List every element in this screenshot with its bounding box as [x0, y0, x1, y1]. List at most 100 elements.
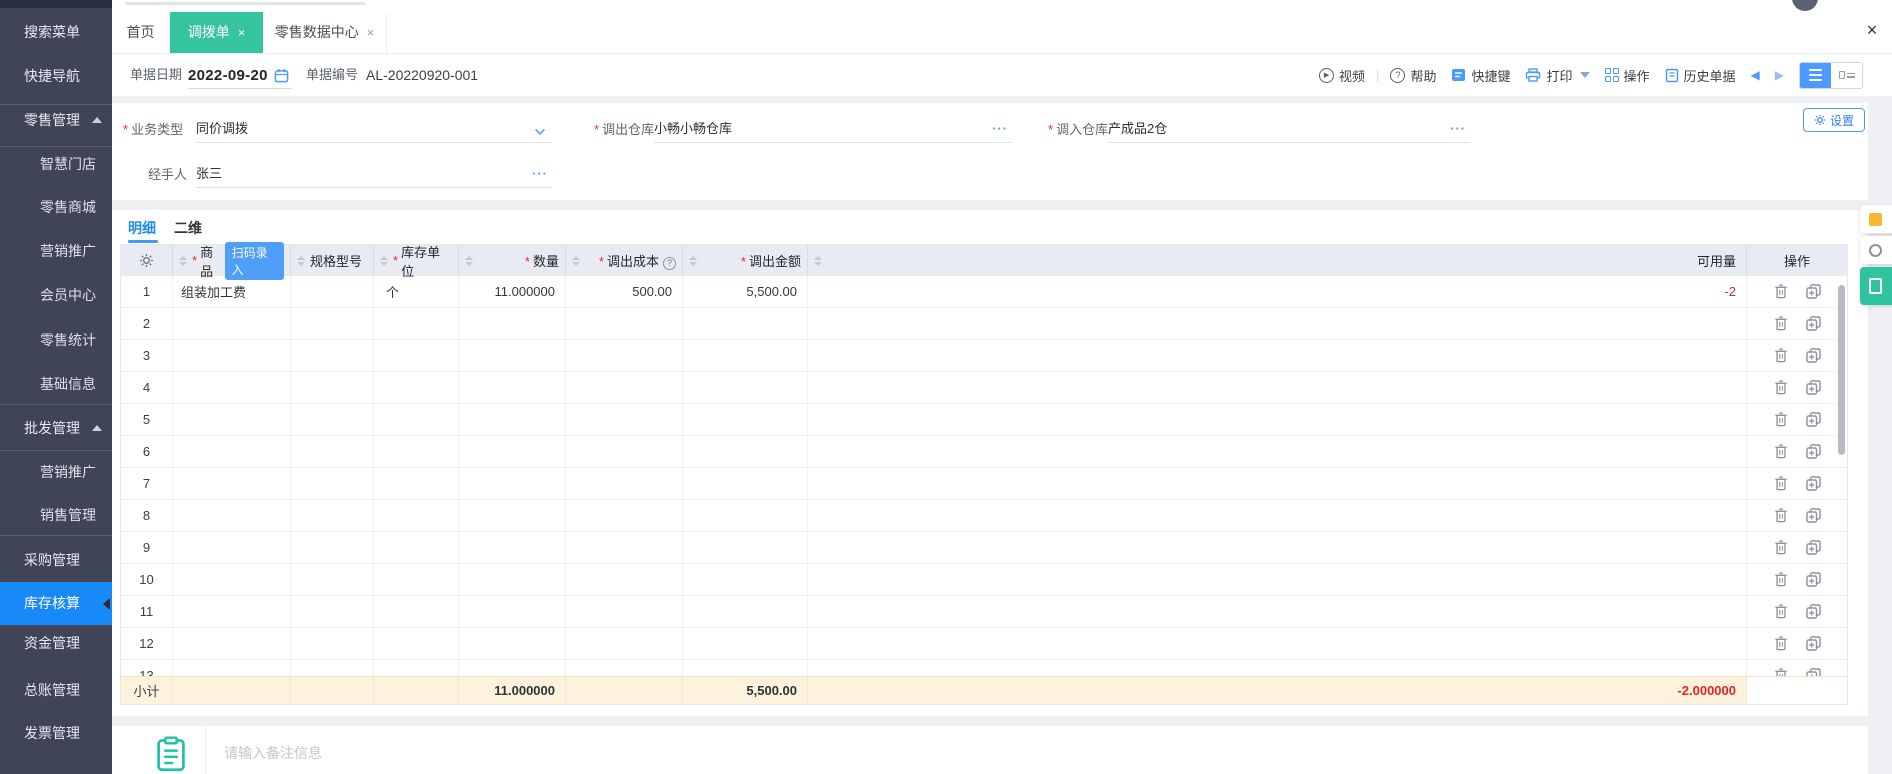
product-cell[interactable] — [173, 532, 291, 563]
spec-cell[interactable] — [291, 564, 374, 595]
product-cell[interactable] — [173, 340, 291, 371]
ellipsis-icon[interactable]: ··· — [1450, 118, 1466, 140]
insert-row-icon[interactable] — [1805, 348, 1821, 363]
sidebar-item-retail-mall[interactable]: 零售商城 — [40, 199, 96, 216]
tab-detail[interactable]: 明细 — [128, 218, 156, 238]
column-unit[interactable]: * 库存单位 — [374, 245, 459, 279]
print-button[interactable]: 打印 — [1525, 66, 1590, 85]
sidebar-item-marketing[interactable]: 营销推广 — [40, 243, 96, 260]
sidebar-item-search-menu[interactable]: 搜索菜单 — [24, 24, 80, 41]
cost-cell[interactable] — [566, 564, 683, 595]
next-doc-icon[interactable]: ▶ — [1775, 68, 1784, 82]
cost-cell[interactable] — [566, 372, 683, 403]
delete-row-icon[interactable] — [1774, 316, 1788, 331]
scan-entry-button[interactable]: 扫码录入 — [224, 241, 284, 280]
product-cell[interactable]: 组装加工费 — [173, 276, 291, 307]
sort-icon[interactable] — [465, 255, 473, 266]
amount-cell[interactable]: 5,500.00 — [683, 276, 808, 307]
unit-cell[interactable] — [374, 564, 459, 595]
qty-cell[interactable] — [459, 500, 566, 531]
sort-icon[interactable] — [572, 255, 580, 266]
floating-tool-button-3[interactable] — [1860, 267, 1892, 305]
sidebar-item-funds-mgmt[interactable]: 资金管理 — [24, 635, 80, 652]
list-view-button[interactable] — [1800, 62, 1831, 88]
qty-cell[interactable] — [459, 308, 566, 339]
insert-row-icon[interactable] — [1805, 444, 1821, 459]
spec-cell[interactable] — [291, 436, 374, 467]
help-circle-icon[interactable]: ? — [663, 256, 676, 270]
unit-cell[interactable] — [374, 660, 459, 676]
spec-cell[interactable] — [291, 596, 374, 627]
insert-row-icon[interactable] — [1805, 604, 1821, 619]
spec-cell[interactable] — [291, 628, 374, 659]
spec-cell[interactable] — [291, 532, 374, 563]
amount-cell[interactable] — [683, 436, 808, 467]
delete-row-icon[interactable] — [1774, 636, 1788, 651]
delete-row-icon[interactable] — [1774, 348, 1788, 363]
calendar-icon[interactable] — [274, 68, 289, 83]
insert-row-icon[interactable] — [1805, 380, 1821, 395]
unit-cell[interactable] — [374, 532, 459, 563]
spec-cell[interactable] — [291, 340, 374, 371]
table-scrollbar[interactable] — [1838, 285, 1845, 455]
qty-cell[interactable]: 11.000000 — [459, 276, 566, 307]
qty-cell[interactable] — [459, 340, 566, 371]
tab-retail-data-center[interactable]: 零售数据中心 × — [263, 12, 387, 53]
detail-view-button[interactable] — [1831, 62, 1862, 88]
qty-cell[interactable] — [459, 532, 566, 563]
qty-cell[interactable] — [459, 564, 566, 595]
product-cell[interactable] — [173, 500, 291, 531]
amount-cell[interactable] — [683, 372, 808, 403]
cost-cell[interactable] — [566, 468, 683, 499]
chevron-down-icon[interactable] — [1579, 72, 1590, 78]
unit-cell[interactable] — [374, 468, 459, 499]
delete-row-icon[interactable] — [1774, 668, 1788, 676]
product-cell[interactable] — [173, 436, 291, 467]
column-qty[interactable]: * 数量 — [459, 245, 566, 276]
product-cell[interactable] — [173, 628, 291, 659]
qty-cell[interactable] — [459, 372, 566, 403]
biz-type-field[interactable]: 同价调拨 — [196, 118, 552, 143]
qty-cell[interactable] — [459, 596, 566, 627]
sidebar-group-retail[interactable]: 零售管理 — [24, 112, 102, 129]
amount-cell[interactable] — [683, 340, 808, 371]
spec-cell[interactable] — [291, 308, 374, 339]
column-settings-button[interactable] — [121, 245, 173, 276]
unit-cell[interactable] — [374, 628, 459, 659]
tab-transfer-order[interactable]: 调拨单 × — [170, 12, 263, 53]
video-button[interactable]: ▶ 视频 — [1319, 66, 1365, 85]
unit-cell[interactable] — [374, 372, 459, 403]
product-cell[interactable] — [173, 564, 291, 595]
insert-row-icon[interactable] — [1805, 412, 1821, 427]
product-cell[interactable] — [173, 404, 291, 435]
delete-row-icon[interactable] — [1774, 476, 1788, 491]
product-cell[interactable] — [173, 660, 291, 676]
amount-cell[interactable] — [683, 660, 808, 676]
sidebar-item-member-center[interactable]: 会员中心 — [40, 287, 96, 304]
qty-cell[interactable] — [459, 660, 566, 676]
unit-cell[interactable] — [374, 404, 459, 435]
qty-cell[interactable] — [459, 468, 566, 499]
amount-cell[interactable] — [683, 500, 808, 531]
product-cell[interactable] — [173, 308, 291, 339]
product-cell[interactable] — [173, 372, 291, 403]
sort-icon[interactable] — [380, 255, 388, 266]
collapse-arrow-icon[interactable] — [103, 598, 110, 610]
product-cell[interactable] — [173, 596, 291, 627]
insert-row-icon[interactable] — [1805, 668, 1821, 676]
column-product[interactable]: * 商品 扫码录入 — [173, 241, 291, 280]
help-button[interactable]: ? 帮助 — [1390, 66, 1436, 85]
sidebar-item-invoice-mgmt[interactable]: 发票管理 — [24, 725, 80, 742]
qty-cell[interactable] — [459, 436, 566, 467]
chevron-down-icon[interactable] — [534, 124, 546, 136]
sort-icon[interactable] — [179, 255, 187, 266]
spec-cell[interactable] — [291, 660, 374, 676]
delete-row-icon[interactable] — [1774, 412, 1788, 427]
operations-button[interactable]: 操作 — [1604, 66, 1650, 85]
cost-cell[interactable] — [566, 436, 683, 467]
sidebar-item-basic-info[interactable]: 基础信息 — [40, 376, 96, 393]
floating-tool-button-2[interactable] — [1860, 236, 1892, 264]
unit-cell[interactable] — [374, 340, 459, 371]
settings-button[interactable]: 设置 — [1803, 108, 1865, 132]
unit-cell[interactable] — [374, 308, 459, 339]
